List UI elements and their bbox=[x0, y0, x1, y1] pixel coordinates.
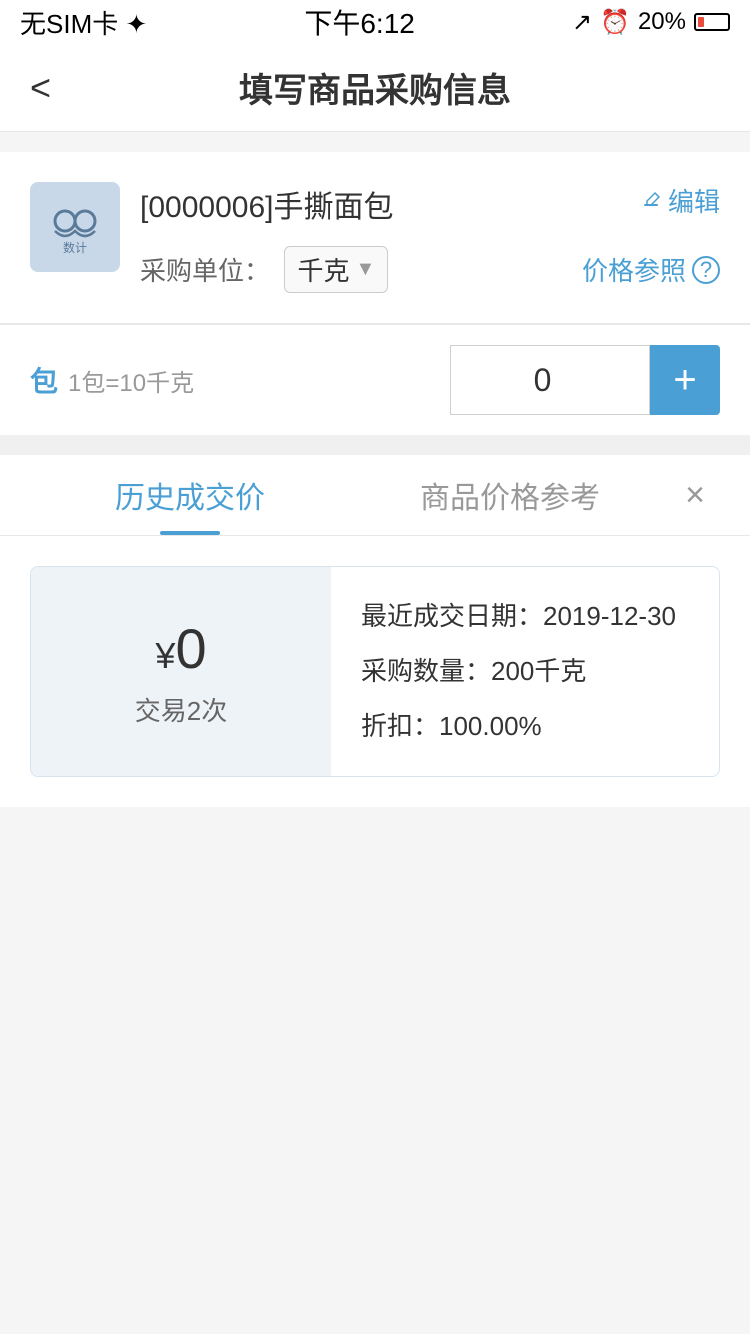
back-button[interactable]: < bbox=[30, 67, 51, 109]
battery-icon bbox=[694, 13, 730, 31]
product-thumbnail: 数计 bbox=[30, 182, 120, 272]
tabs-container: 历史成交价 商品价格参考 × bbox=[0, 455, 750, 536]
info-icon: ? bbox=[692, 256, 720, 284]
edit-button[interactable]: 编辑 bbox=[642, 182, 720, 219]
page-title: 填写商品采购信息 bbox=[239, 63, 511, 112]
product-name: [0000006]手撕面包 bbox=[140, 182, 393, 226]
purchase-qty-row: 采购数量：200千克 bbox=[361, 652, 689, 691]
quantity-plus-button[interactable]: + bbox=[650, 345, 720, 415]
unit-label: 采购单位： bbox=[140, 256, 270, 286]
unit-select[interactable]: 千克 ▼ bbox=[284, 246, 388, 293]
quantity-row: 包 1包=10千克 + bbox=[0, 324, 750, 435]
product-header: [0000006]手撕面包 编辑 bbox=[140, 182, 720, 226]
tab-product-reference[interactable]: 商品价格参考 bbox=[350, 455, 670, 535]
close-button[interactable]: × bbox=[670, 470, 720, 520]
carrier-text: 无SIM卡 ✦ bbox=[20, 4, 147, 41]
unit-value: 千克 bbox=[297, 251, 349, 288]
discount-row: 折扣：100.00% bbox=[361, 707, 689, 746]
nav-bar: < 填写商品采购信息 bbox=[0, 44, 750, 132]
recent-date-row: 最近成交日期：2019-12-30 bbox=[361, 597, 689, 636]
bottom-area bbox=[0, 807, 750, 1307]
price-reference-button[interactable]: 价格参照 ? bbox=[582, 251, 720, 288]
price-summary: ¥0 交易2次 bbox=[31, 567, 331, 776]
tab-history-price[interactable]: 历史成交价 bbox=[30, 455, 350, 535]
unit-row: 采购单位： 千克 ▼ 价格参照 ? bbox=[140, 246, 720, 293]
product-card: 数计 [0000006]手撕面包 编辑 采购单位： 千克 ▼ bbox=[0, 152, 750, 324]
recent-date-value: 2019-12-30 bbox=[543, 601, 676, 631]
quantity-input-group: + bbox=[450, 345, 720, 415]
status-bar: 无SIM卡 ✦ 下午6:12 ↗ ⏰ 20% bbox=[0, 0, 750, 44]
purchase-qty-label: 采购数量： bbox=[361, 656, 491, 686]
svg-text:数计: 数计 bbox=[63, 240, 87, 255]
location-icon: ↗ bbox=[572, 8, 592, 37]
currency-symbol: ¥ bbox=[155, 635, 175, 676]
unit-label-group: 采购单位： 千克 ▼ bbox=[140, 246, 388, 293]
price-content: ¥0 交易2次 最近成交日期：2019-12-30 采购数量：200千克 折扣：… bbox=[0, 536, 750, 807]
price-ref-label: 价格参照 bbox=[582, 251, 686, 288]
edit-icon bbox=[642, 190, 664, 212]
discount-label: 折扣： bbox=[361, 711, 439, 741]
section-divider bbox=[0, 435, 750, 455]
quantity-input[interactable] bbox=[450, 345, 650, 415]
price-details: 最近成交日期：2019-12-30 采购数量：200千克 折扣：100.00% bbox=[331, 567, 719, 776]
product-info: [0000006]手撕面包 编辑 采购单位： 千克 ▼ 价格参照 ? bbox=[140, 182, 720, 293]
price-amount: ¥0 bbox=[155, 616, 206, 681]
discount-value: 100.00% bbox=[439, 711, 542, 741]
product-logo-icon: 数计 bbox=[45, 197, 105, 257]
alarm-icon: ⏰ bbox=[600, 8, 630, 37]
unit-ratio: 1包=10千克 bbox=[68, 363, 194, 398]
price-card: ¥0 交易2次 最近成交日期：2019-12-30 采购数量：200千克 折扣：… bbox=[30, 566, 720, 777]
status-right: ↗ ⏰ 20% bbox=[572, 8, 730, 37]
unit-icon: 包 bbox=[30, 360, 58, 400]
purchase-qty-value: 200千克 bbox=[491, 656, 586, 686]
dropdown-arrow-icon: ▼ bbox=[355, 258, 375, 281]
battery-percent: 20% bbox=[638, 8, 686, 36]
time-text: 下午6:12 bbox=[304, 2, 415, 42]
quantity-unit-info: 包 1包=10千克 bbox=[30, 360, 194, 400]
trades-count: 交易2次 bbox=[135, 691, 227, 728]
recent-date-label: 最近成交日期： bbox=[361, 601, 543, 631]
